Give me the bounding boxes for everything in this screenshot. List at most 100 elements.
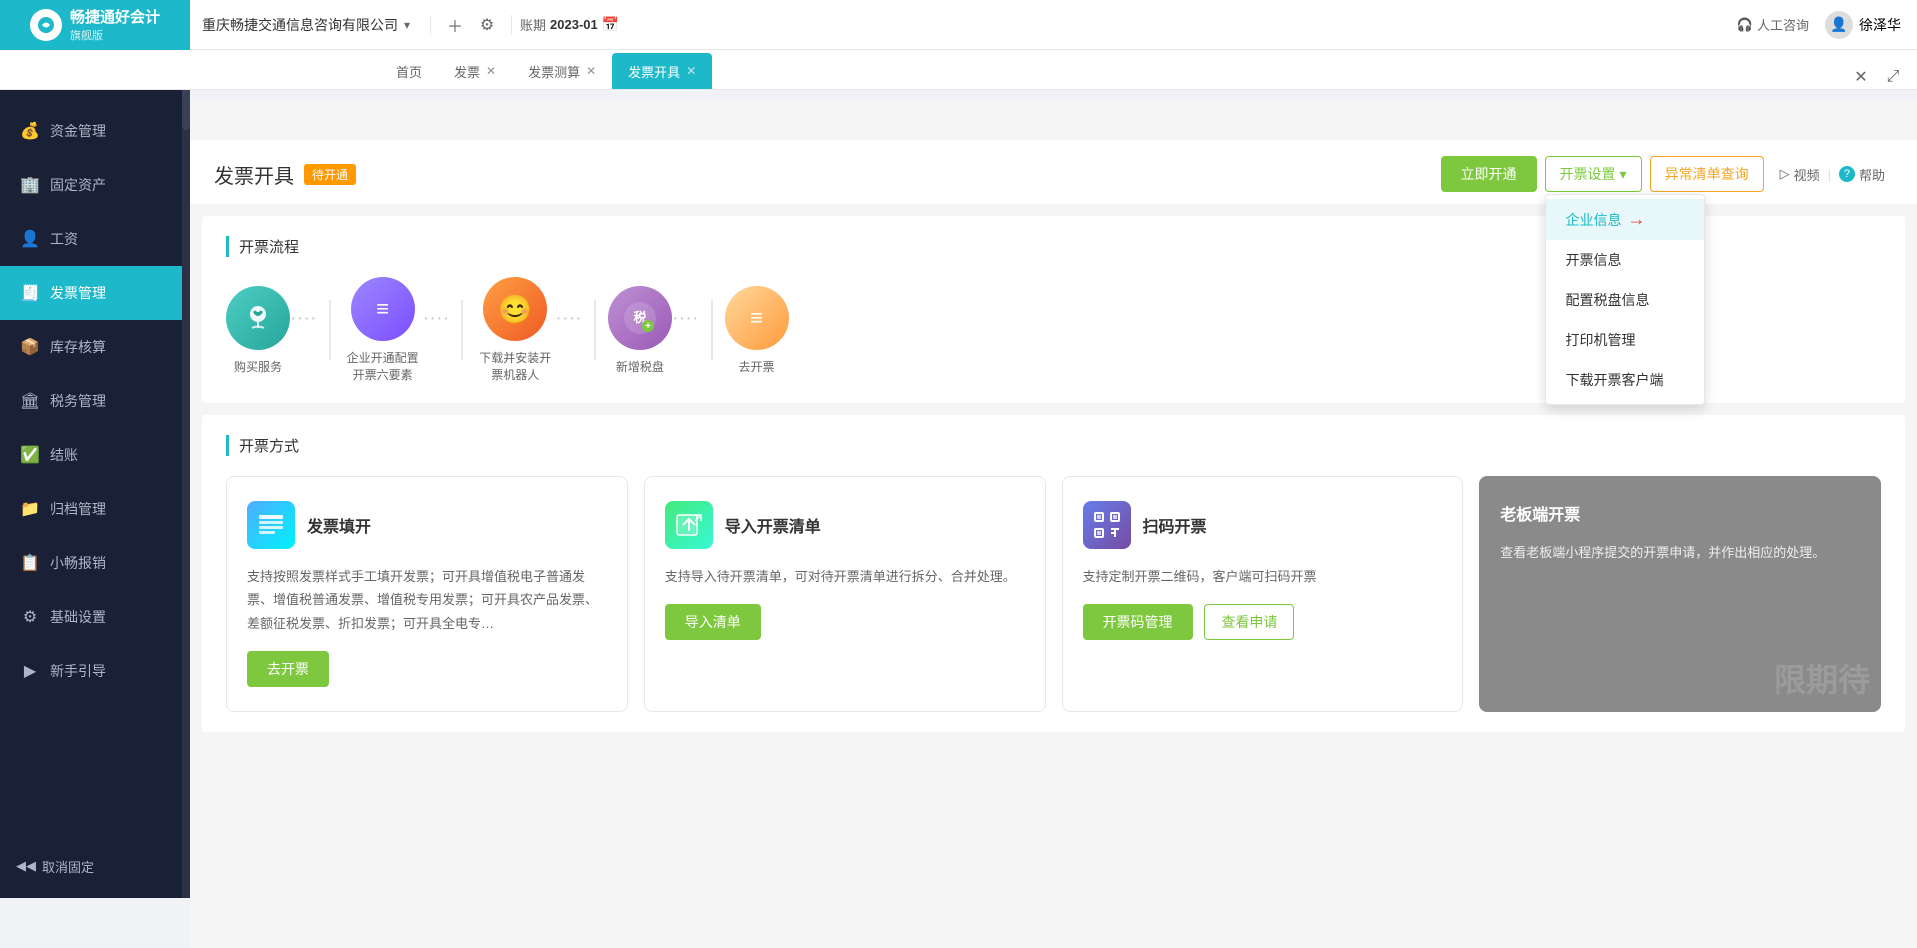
tab-invoice[interactable]: 发票 ✕ xyxy=(438,53,512,89)
flow-divider-1 xyxy=(329,300,331,360)
question-icon: ? xyxy=(1839,166,1855,182)
tab-issue-close[interactable]: ✕ xyxy=(686,64,696,78)
flow-step-buy: 购买服务 xyxy=(226,286,290,375)
settings-icon[interactable]: ⚙ xyxy=(471,9,503,41)
pin-icon: ◀◀ xyxy=(16,858,36,874)
sidebar-item-settings[interactable]: ⚙ 基础设置 xyxy=(0,590,190,644)
invoice-icon: 🧾 xyxy=(20,283,40,303)
tab-bar-actions: ✕ ⤢ xyxy=(1849,65,1917,89)
tab-estimate-close[interactable]: ✕ xyxy=(586,64,596,78)
qr-manage-btn[interactable]: 开票码管理 xyxy=(1083,604,1193,640)
step-circle-config: ≡ xyxy=(351,277,415,341)
method-import-header: 导入开票清单 xyxy=(665,501,1025,549)
sidebar-label-guide: 新手引导 xyxy=(50,661,106,681)
scan-invoice-title: 扫码开票 xyxy=(1143,513,1207,537)
sidebar-item-settle[interactable]: ✅ 结账 xyxy=(0,428,190,482)
step-label-download: 下载并安装开票机器人 xyxy=(475,349,555,383)
company-name: 重庆畅捷交通信息咨询有限公司 xyxy=(202,15,398,35)
tab-estimate[interactable]: 发票测算 ✕ xyxy=(512,53,612,89)
invoice-info-label: 开票信息 xyxy=(1566,250,1622,270)
report-icon: 📋 xyxy=(20,553,40,573)
settings-button[interactable]: 开票设置 ▾ xyxy=(1545,156,1642,192)
fill-invoice-title: 发票填开 xyxy=(307,513,371,537)
cancel-fixed-button[interactable]: ◀◀ 取消固定 xyxy=(0,844,190,888)
dropdown-item-invoice-info[interactable]: 开票信息 xyxy=(1546,240,1704,280)
flow-dots-4: ···· xyxy=(672,307,699,354)
boss-invoice-desc: 查看老板端小程序提交的开票申请，并作出相应的处理。 xyxy=(1500,541,1860,564)
boss-invoice-title: 老板端开票 xyxy=(1500,501,1580,525)
dropdown-arrow-icon: ▾ xyxy=(1620,166,1627,183)
sidebar-label-capital: 资金管理 xyxy=(50,121,106,141)
sidebar-item-assets[interactable]: 🏢 固定资产 xyxy=(0,158,190,212)
divider2 xyxy=(511,15,512,35)
tax-icon: 🏛 xyxy=(20,391,40,411)
company-info-label: 企业信息 xyxy=(1566,210,1622,230)
sidebar-label-archive: 归档管理 xyxy=(50,499,106,519)
top-right-area: 🎧 人工咨询 👤 徐泽华 xyxy=(1737,11,1901,39)
import-invoice-desc: 支持导入待开票清单，可对待开票清单进行拆分、合并处理。 xyxy=(665,565,1025,588)
flow-divider-3 xyxy=(594,300,596,360)
video-label[interactable]: 视频 xyxy=(1794,165,1820,184)
play-circle-icon[interactable]: ▷ xyxy=(1780,166,1790,182)
sidebar-item-guide[interactable]: ▶ 新手引导 xyxy=(0,644,190,698)
sidebar-label-tax: 税务管理 xyxy=(50,391,106,411)
dropdown-item-download-client[interactable]: 下载开票客户端 xyxy=(1546,360,1704,400)
download-client-label: 下载开票客户端 xyxy=(1566,370,1664,390)
calendar-icon[interactable]: 📅 xyxy=(602,16,619,33)
step-circle-buy xyxy=(226,286,290,350)
consult-button[interactable]: 🎧 人工咨询 xyxy=(1737,15,1809,34)
user-name: 徐泽华 xyxy=(1859,15,1901,35)
close-window-icon[interactable]: ✕ xyxy=(1849,65,1873,89)
tab-issue[interactable]: 发票开具 ✕ xyxy=(612,53,712,89)
method-card-import: 导入开票清单 支持导入待开票清单，可对待开票清单进行拆分、合并处理。 导入清单 xyxy=(644,476,1046,712)
page-header: 发票开具 待开通 立即开通 开票设置 ▾ 企业信息 → 开票信息 xyxy=(190,140,1917,204)
logo-icon xyxy=(30,9,62,41)
user-area[interactable]: 👤 徐泽华 xyxy=(1825,11,1901,39)
logo-main-text: 畅捷通好会计 xyxy=(70,6,160,27)
sidebar-item-report[interactable]: 📋 小畅报销 xyxy=(0,536,190,590)
sidebar-item-capital[interactable]: 💰 资金管理 xyxy=(0,104,190,158)
company-selector[interactable]: 重庆畅捷交通信息咨询有限公司 ▾ xyxy=(190,15,422,35)
sidebar-label-settle: 结账 xyxy=(50,445,78,465)
check-icon: ✅ xyxy=(20,445,40,465)
open-button[interactable]: 立即开通 xyxy=(1441,156,1537,192)
divider xyxy=(430,15,431,35)
logo-text-area: 畅捷通好会计 旗舰版 xyxy=(70,6,160,43)
sidebar-scrollbar[interactable] xyxy=(182,50,190,898)
flow-dots-3: ···· xyxy=(555,307,582,354)
sidebar: 📊 云报表中心 💰 资金管理 🏢 固定资产 👤 工资 🧾 发票管理 📦 库存核算… xyxy=(0,50,190,898)
folder-icon: 📁 xyxy=(20,499,40,519)
dropdown-item-printer[interactable]: 打印机管理 xyxy=(1546,320,1704,360)
method-fill-header: 发票填开 xyxy=(247,501,607,549)
flow-dots-2: ···· xyxy=(423,307,450,354)
help-label[interactable]: 帮助 xyxy=(1859,165,1885,184)
period-label: 账期 xyxy=(520,15,546,34)
import-list-btn[interactable]: 导入清单 xyxy=(665,604,761,640)
sidebar-item-salary[interactable]: 👤 工资 xyxy=(0,212,190,266)
person-icon: 👤 xyxy=(20,229,40,249)
exception-button[interactable]: 异常清单查询 xyxy=(1650,156,1764,192)
video-help-area: ▷ 视频 | ? 帮助 xyxy=(1772,158,1893,191)
method-boss-header: 老板端开票 xyxy=(1500,501,1860,525)
flow-divider-2 xyxy=(461,300,463,360)
dropdown-item-tax-config[interactable]: 配置税盘信息 xyxy=(1546,280,1704,320)
maximize-icon[interactable]: ⤢ xyxy=(1881,65,1905,89)
settings-dropdown-container: 开票设置 ▾ 企业信息 → 开票信息 配置税盘信息 xyxy=(1545,156,1642,192)
view-apply-btn[interactable]: 查看申请 xyxy=(1204,604,1294,640)
dropdown-item-company-info[interactable]: 企业信息 → xyxy=(1546,199,1704,240)
sidebar-item-inventory[interactable]: 📦 库存核算 xyxy=(0,320,190,374)
sidebar-label-salary: 工资 xyxy=(50,229,78,249)
sidebar-item-tax[interactable]: 🏛 税务管理 xyxy=(0,374,190,428)
add-icon[interactable]: ＋ xyxy=(439,9,471,41)
fill-invoice-btn[interactable]: 去开票 xyxy=(247,651,329,687)
fill-invoice-desc: 支持按照发票样式手工填开发票；可开具增值税电子普通发票、增值税普通发票、增值税专… xyxy=(247,565,607,635)
sidebar-item-archive[interactable]: 📁 归档管理 xyxy=(0,482,190,536)
methods-grid: 发票填开 支持按照发票样式手工填开发票；可开具增值税电子普通发票、增值税普通发票… xyxy=(226,476,1881,712)
tab-home[interactable]: 首页 xyxy=(380,53,438,89)
sidebar-label-report: 小畅报销 xyxy=(50,553,106,573)
status-badge: 待开通 xyxy=(304,164,356,185)
sidebar-item-invoice[interactable]: 🧾 发票管理 xyxy=(0,266,190,320)
settings-dropdown-menu: 企业信息 → 开票信息 配置税盘信息 打印机管理 下载开票客户端 xyxy=(1545,194,1705,405)
flow-step-download: 😊 下载并安装开票机器人 xyxy=(475,277,555,383)
tab-invoice-close[interactable]: ✕ xyxy=(486,64,496,78)
